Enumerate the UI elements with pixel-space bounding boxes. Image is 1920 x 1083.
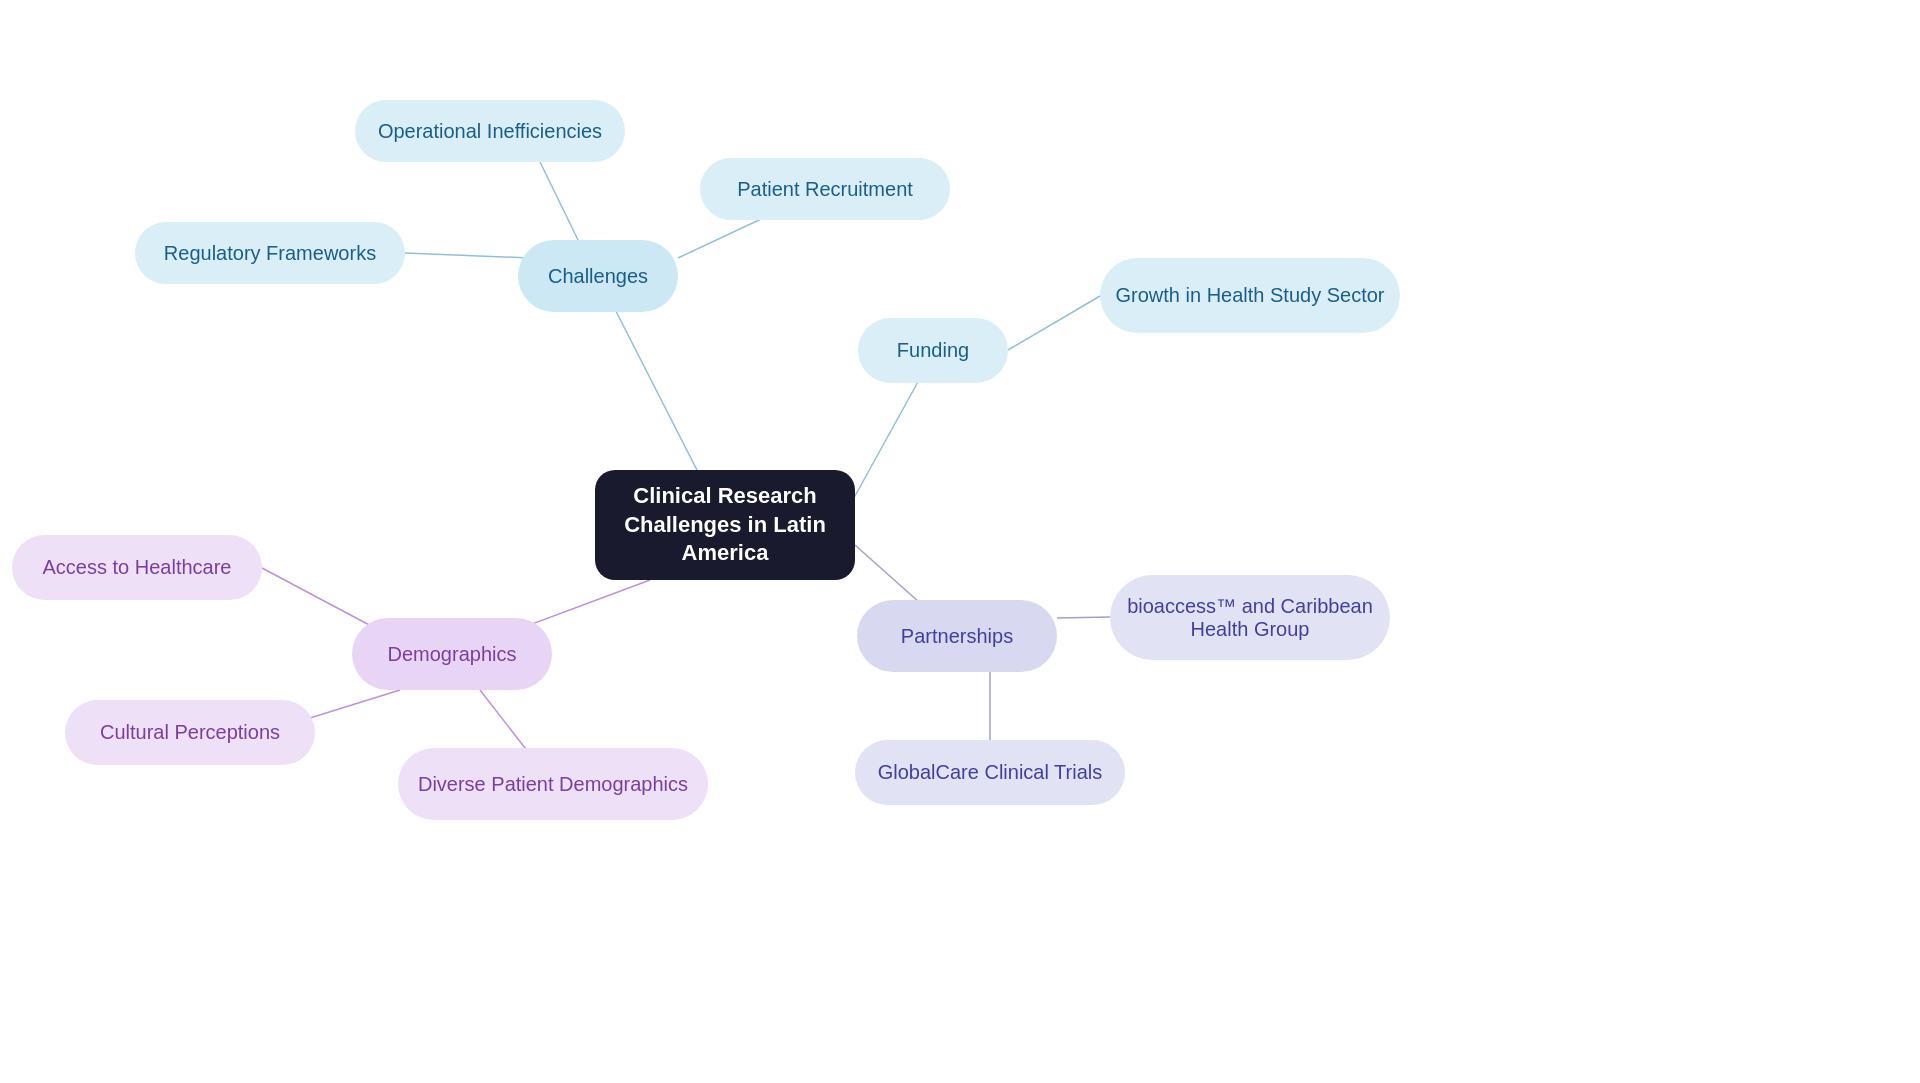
- center-node-label: Clinical Research Challenges in Latin Am…: [615, 482, 835, 568]
- center-node: Clinical Research Challenges in Latin Am…: [595, 470, 855, 580]
- diverse-label: Diverse Patient Demographics: [418, 773, 688, 796]
- partnerships-node: Partnerships: [857, 600, 1057, 672]
- bioaccess-label: bioaccess™ and Caribbean Health Group: [1110, 595, 1390, 641]
- operational-label: Operational Inefficiencies: [378, 120, 602, 143]
- partnerships-label: Partnerships: [901, 625, 1013, 648]
- demographics-node: Demographics: [352, 618, 552, 690]
- access-label: Access to Healthcare: [43, 556, 232, 579]
- challenges-node: Challenges: [518, 240, 678, 312]
- growth-label: Growth in Health Study Sector: [1115, 284, 1384, 307]
- patient-recruitment-node: Patient Recruitment: [700, 158, 950, 220]
- patient-recruitment-label: Patient Recruitment: [737, 178, 913, 201]
- funding-label: Funding: [897, 339, 969, 362]
- bioaccess-node: bioaccess™ and Caribbean Health Group: [1110, 575, 1390, 660]
- regulatory-label: Regulatory Frameworks: [164, 242, 376, 265]
- access-healthcare-node: Access to Healthcare: [12, 535, 262, 600]
- growth-node: Growth in Health Study Sector: [1100, 258, 1400, 333]
- cultural-perceptions-node: Cultural Perceptions: [65, 700, 315, 765]
- challenges-label: Challenges: [548, 265, 648, 288]
- regulatory-node: Regulatory Frameworks: [135, 222, 405, 284]
- svg-line-5: [1008, 296, 1100, 350]
- svg-line-11: [1057, 617, 1110, 618]
- cultural-label: Cultural Perceptions: [100, 721, 280, 744]
- globalcare-label: GlobalCare Clinical Trials: [878, 761, 1103, 784]
- demographics-label: Demographics: [388, 643, 517, 666]
- globalcare-node: GlobalCare Clinical Trials: [855, 740, 1125, 805]
- operational-node: Operational Inefficiencies: [355, 100, 625, 162]
- diverse-demographics-node: Diverse Patient Demographics: [398, 748, 708, 820]
- funding-node: Funding: [858, 318, 1008, 383]
- svg-line-2: [405, 253, 530, 258]
